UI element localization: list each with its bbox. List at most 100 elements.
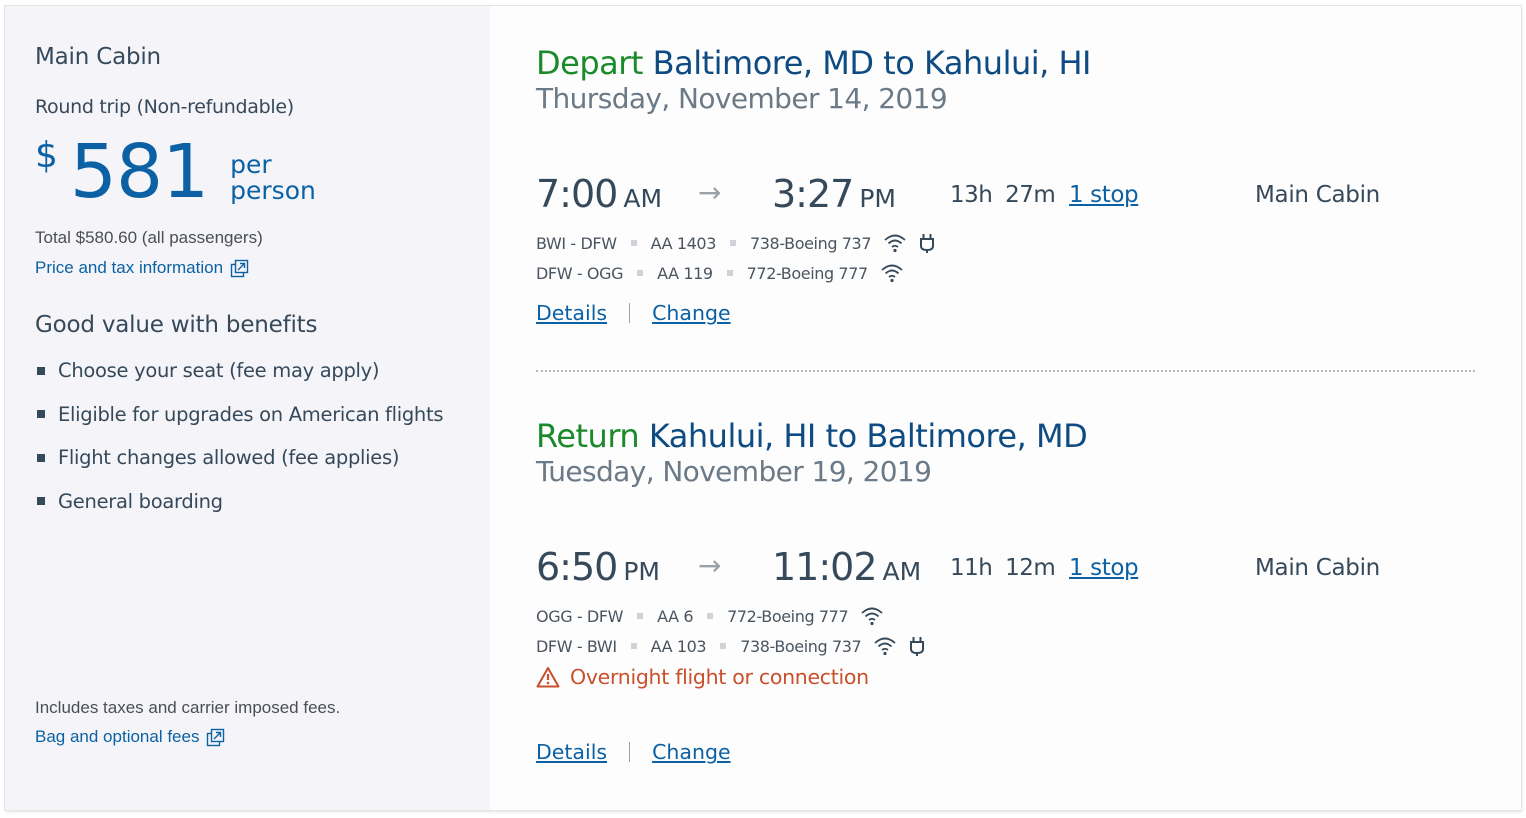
separator-dot (720, 643, 727, 649)
arrive-time: 11:02 AM (772, 545, 921, 589)
separator-dot (630, 643, 637, 649)
direction-label: Return (536, 417, 640, 455)
slice-actions: Details Change (536, 301, 731, 325)
slice-actions: Details Change (536, 740, 731, 764)
segment-row: DFW - BWI AA 103 738-Boeing 737 (536, 635, 925, 657)
total-price: Total $580.60 (all passengers) (35, 228, 263, 247)
separator-dot (630, 240, 637, 246)
cabin-title: Main Cabin (35, 44, 161, 70)
arrive-time: 3:27 PM (772, 172, 896, 216)
separator-dot (729, 240, 736, 246)
flight-number: AA 6 (657, 606, 694, 626)
divider (629, 303, 631, 323)
person-label: person (230, 176, 316, 205)
separator-dot (637, 270, 644, 276)
depart-ampm: PM (623, 557, 660, 586)
per-person-label: per person (230, 152, 316, 204)
wifi-icon (884, 234, 906, 253)
fare-type: Round trip (Non-refundable) (35, 96, 294, 118)
time-row: 7:00 AM → 3:27 PM 13h 27m 1 stop Main Cabi… (536, 172, 1476, 216)
depart-time-value: 6:50 (536, 545, 618, 589)
power-outlet-icon (920, 234, 935, 253)
benefits-title: Good value with benefits (35, 312, 318, 338)
price-amount: 581 (69, 129, 209, 215)
fare-summary-card: Main Cabin Round trip (Non-refundable) $… (5, 6, 1521, 810)
benefit-item: General boarding (35, 480, 443, 524)
bullet-icon (37, 453, 45, 462)
cabin-label: Main Cabin (1255, 182, 1380, 208)
fare-panel: Main Cabin Round trip (Non-refundable) $… (5, 6, 490, 810)
aircraft-type: 738-Boeing 737 (740, 636, 862, 656)
price-per-person: $ 581 per person (35, 134, 316, 210)
arrow-right-icon: → (698, 549, 722, 582)
arrive-time-value: 11:02 (772, 545, 878, 589)
route-label: Kahului, HI to Baltimore, MD (648, 417, 1088, 455)
overnight-warning: Overnight flight or connection (536, 665, 869, 689)
depart-time-value: 7:00 (536, 172, 618, 216)
details-link[interactable]: Details (536, 740, 607, 764)
duration: 11h 12m (950, 555, 1056, 581)
includes-note: Includes taxes and carrier imposed fees. (35, 698, 341, 717)
segment-row: DFW - OGG AA 119 772-Boeing 777 (536, 262, 904, 284)
price-tax-info-link[interactable]: Price and tax information (35, 258, 249, 278)
external-link-icon (230, 259, 249, 277)
segment-route: BWI - DFW (536, 233, 617, 253)
bullet-icon (37, 497, 45, 506)
route-label: Baltimore, MD to Kahului, HI (652, 44, 1092, 82)
stops-link[interactable]: 1 stop (1069, 555, 1139, 581)
duration: 13h 27m (950, 182, 1056, 208)
cabin-label: Main Cabin (1255, 555, 1380, 581)
aircraft-type: 772-Boeing 777 (727, 606, 849, 626)
slice-heading: Depart Baltimore, MD to Kahului, HI (536, 44, 1476, 82)
wifi-icon (861, 607, 883, 626)
warning-text: Overnight flight or connection (570, 665, 869, 689)
flight-number: AA 1403 (650, 233, 717, 253)
segment-route: DFW - BWI (536, 636, 617, 656)
external-link-icon (207, 728, 225, 746)
flight-number: AA 119 (657, 263, 713, 283)
change-link[interactable]: Change (652, 740, 731, 764)
separator-dot (707, 613, 714, 619)
slice-date: Thursday, November 14, 2019 (536, 82, 948, 115)
bullet-icon (37, 366, 45, 375)
aircraft-type: 772-Boeing 777 (746, 263, 869, 283)
change-link[interactable]: Change (652, 301, 731, 325)
bag-fees-label: Bag and optional fees (35, 727, 200, 746)
depart-ampm: AM (623, 184, 663, 213)
segment-row: OGG - DFW AA 6 772-Boeing 777 (536, 605, 884, 627)
wifi-icon (874, 637, 896, 656)
slice-divider (536, 370, 1475, 372)
details-link[interactable]: Details (536, 301, 607, 325)
benefit-item: Flight changes allowed (fee applies) (35, 436, 443, 480)
time-row: 6:50 PM → 11:02 AM 11h 12m 1 stop Main Cab… (536, 545, 1476, 589)
arrow-right-icon: → (698, 176, 722, 209)
direction-label: Depart (536, 44, 643, 82)
slice-heading: Return Kahului, HI to Baltimore, MD (536, 417, 1476, 455)
benefit-text: Flight changes allowed (fee applies) (58, 446, 400, 470)
segment-route: DFW - OGG (536, 263, 624, 283)
warning-triangle-icon (536, 667, 560, 688)
power-outlet-icon (910, 637, 925, 656)
return-slice: Return Kahului, HI to Baltimore, MD Tues… (536, 417, 1476, 764)
segment-row: BWI - DFW AA 1403 738-Boeing 737 (536, 232, 935, 254)
per-label: per (230, 150, 272, 179)
benefit-item: Eligible for upgrades on American flight… (35, 393, 444, 437)
flight-number: AA 103 (650, 636, 707, 656)
depart-time: 6:50 PM (536, 545, 660, 589)
aircraft-type: 738-Boeing 737 (749, 233, 872, 253)
separator-dot (637, 613, 644, 619)
benefit-text: Choose your seat (fee may apply) (58, 359, 380, 383)
depart-time: 7:00 AM (536, 172, 662, 216)
arrive-ampm: AM (882, 557, 922, 586)
depart-slice: Depart Baltimore, MD to Kahului, HI Thur… (536, 44, 1476, 325)
arrive-time-value: 3:27 (772, 172, 854, 216)
stops-link[interactable]: 1 stop (1069, 182, 1139, 208)
benefit-item: Choose your seat (fee may apply) (35, 349, 443, 393)
bullet-icon (37, 410, 45, 419)
divider (629, 742, 631, 762)
slice-date: Tuesday, November 19, 2019 (536, 455, 932, 488)
benefits-list: Choose your seat (fee may apply) Eligibl… (35, 349, 444, 524)
bag-fees-link[interactable]: Bag and optional fees (35, 727, 225, 747)
benefit-text: General boarding (58, 489, 223, 513)
arrive-ampm: PM (859, 184, 896, 213)
